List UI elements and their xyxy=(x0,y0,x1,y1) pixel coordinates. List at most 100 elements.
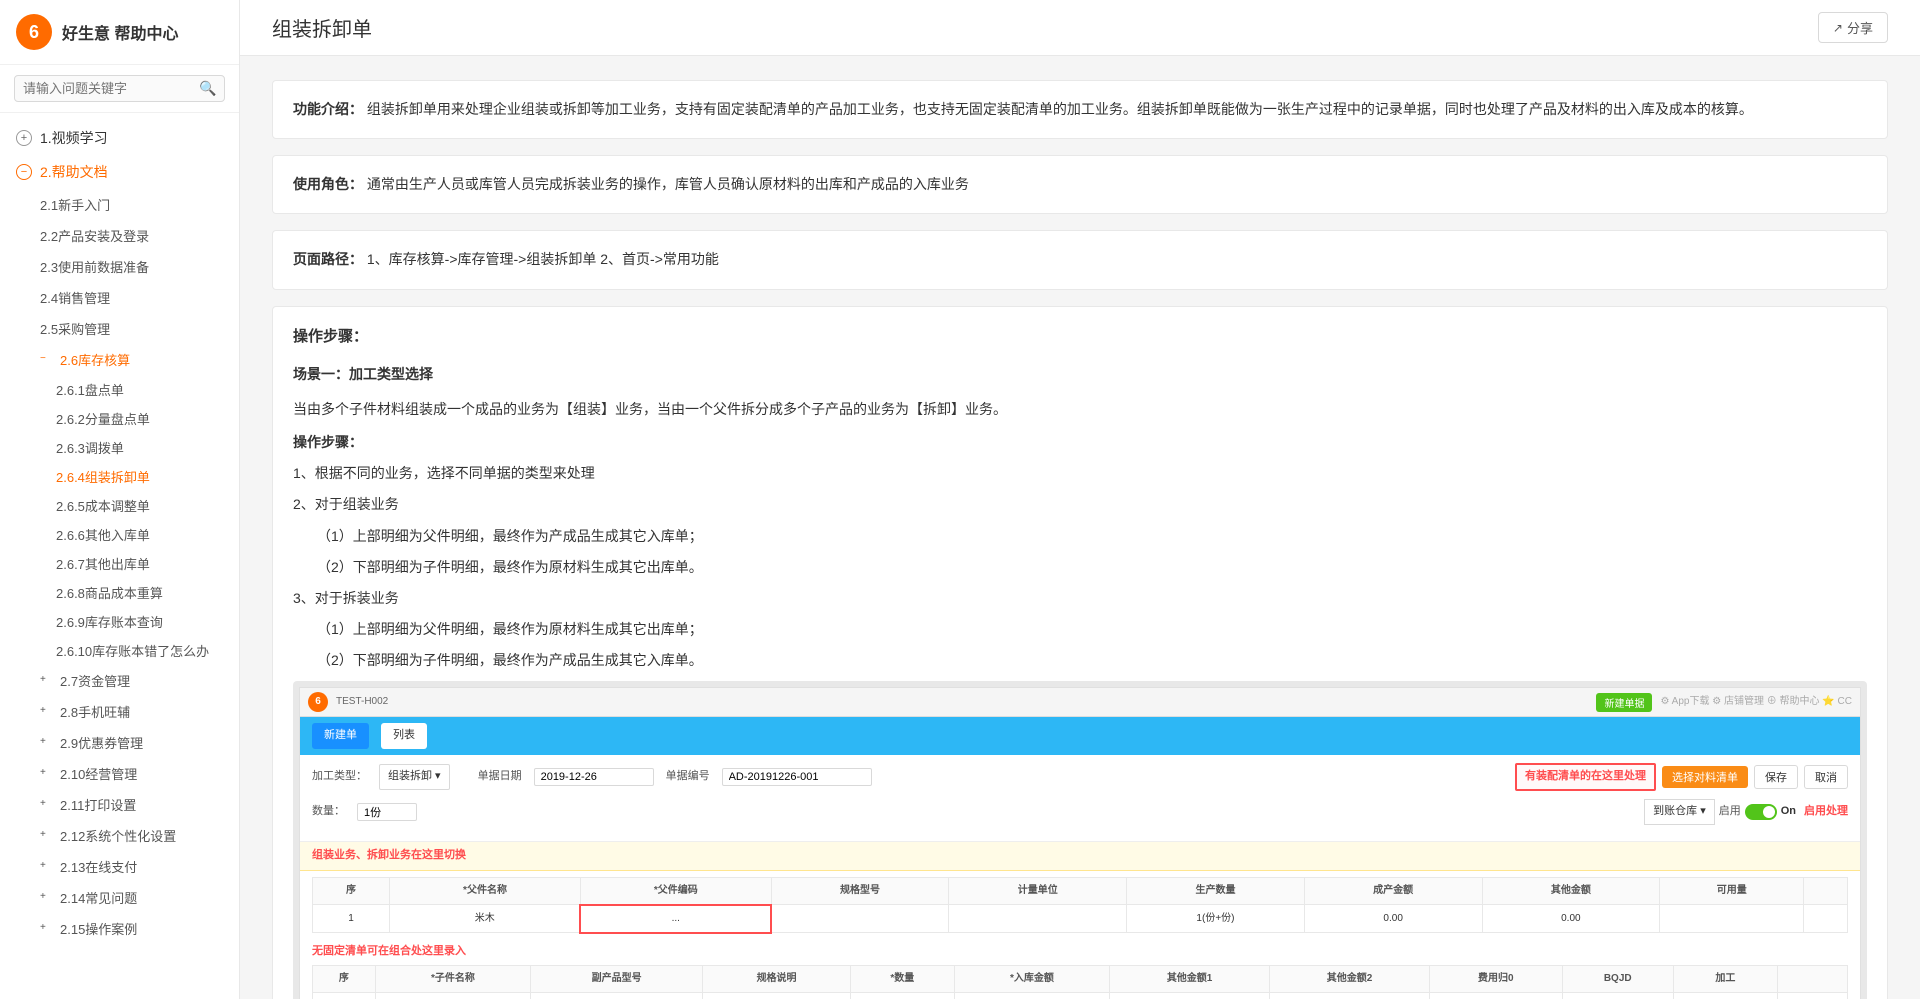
sidebar-item-transfer[interactable]: 2.6.3调拨单 xyxy=(0,433,239,462)
ss-tab-list[interactable]: 列表 xyxy=(381,723,427,749)
annotation4-area: 无固定清单可在组合处这里录入 xyxy=(300,940,1860,966)
sidebar-item-payment[interactable]: + 2.13在线支付 xyxy=(0,851,239,882)
sidebar: 6 好生意 帮助中心 🔍 + 1.视频学习 − 2.帮助文档 2.1新 xyxy=(0,0,240,999)
ss-process-btn[interactable]: 选择对料清单 xyxy=(1662,766,1748,788)
sidebar-item-inv-ledger[interactable]: 2.6.9库存账本查询 xyxy=(0,607,239,636)
ss-date-input[interactable] xyxy=(534,768,654,786)
sidebar-item-cases[interactable]: + 2.15操作案例 xyxy=(0,913,239,944)
table-header-row: 序 *父件名称 *父件编码 规格型号 计量单位 生产数量 成产金额 其他金额 可… xyxy=(313,877,1848,905)
annotation3-area: 到账仓库 ▾ 启用 On 启用处理 xyxy=(1644,799,1848,825)
ss-date-label: 单据日期 xyxy=(478,767,522,787)
ss-type-select[interactable]: 组装拆卸 ▾ xyxy=(379,764,450,790)
role-label: 使用角色： xyxy=(293,176,363,192)
ss-upper-table-area: 序 *父件名称 *父件编码 规格型号 计量单位 生产数量 成产金额 其他金额 可… xyxy=(300,871,1860,940)
share-button[interactable]: ↗ 分享 xyxy=(1818,12,1888,43)
fixed-bom-btn[interactable]: 有装配清单的在这里处理 xyxy=(1515,763,1656,791)
expand-sub-icon: + xyxy=(40,705,54,719)
sidebar-item-cost-adjust[interactable]: 2.6.5成本调整单 xyxy=(0,491,239,520)
expand-sub-icon: + xyxy=(40,674,54,688)
step1: 1、根据不同的业务，选择不同单据的类型来处理 xyxy=(293,461,1867,486)
scene1-desc: 当由多个子件材料组装成一个成品的业务为【组装】业务，当由一个父件拆分成多个子产品… xyxy=(293,397,1867,422)
ss-doc-input[interactable] xyxy=(722,768,872,786)
screenshot-inner: 6 TEST-H002 新建单据 ⚙ App下载 ⚙ 店铺管理 ⊕ 帮助中心 ⭐… xyxy=(299,687,1861,999)
ss-tab-new[interactable]: 新建单 xyxy=(312,723,369,749)
ss-lower-table-area: 序 *子件名称 副产品型号 规格说明 *数量 *入库金额 其他金额1 其他金额2… xyxy=(300,965,1860,999)
nav-section-1: + 1.视频学习 xyxy=(0,121,239,155)
page-title: 组装拆卸单 xyxy=(272,13,372,42)
sidebar-item-stock-count[interactable]: 2.6.1盘点单 xyxy=(0,375,239,404)
nav-sub-items-2: 2.1新手入门 2.2产品安装及登录 2.3使用前数据准备 2.4销售管理 2.… xyxy=(0,189,239,944)
ss-new-btn[interactable]: 新建单据 xyxy=(1596,693,1652,712)
expand-sub-icon: + xyxy=(40,891,54,905)
sidebar-label-2: 2.帮助文档 xyxy=(40,162,108,182)
ss-form-area: 加工类型： 组装拆卸 ▾ 单据日期 单据编号 有装配清单的在这里处理 xyxy=(300,755,1860,842)
ops-title: 操作步骤： xyxy=(293,323,1867,350)
sidebar-item-print[interactable]: + 2.11打印设置 xyxy=(0,789,239,820)
sidebar-item-sales[interactable]: 2.4销售管理 xyxy=(0,282,239,313)
search-area: 🔍 xyxy=(0,65,239,113)
expand-icon: + xyxy=(16,130,32,146)
topbar: 组装拆卸单 ↗ 分享 xyxy=(240,0,1920,56)
sidebar-item-partial-count[interactable]: 2.6.2分量盘点单 xyxy=(0,404,239,433)
sidebar-item-mobile[interactable]: + 2.8手机旺辅 xyxy=(0,696,239,727)
search-icon[interactable]: 🔍 xyxy=(199,80,216,97)
ss-type-switch-area: 组装业务、拆卸业务在这里切换 xyxy=(300,842,1860,871)
expand-sub-icon: + xyxy=(40,798,54,812)
sidebar-item-install[interactable]: 2.2产品安装及登录 xyxy=(0,220,239,251)
collapse-icon: − xyxy=(16,164,32,180)
logo-area: 6 好生意 帮助中心 xyxy=(0,0,239,65)
step3-1: （1）上部明细为父件明细，最终作为原材料生成其它出库单； xyxy=(293,617,1867,642)
path-text: 1、库存核算->库存管理->组装拆卸单 2、首页->常用功能 xyxy=(367,251,719,267)
step3: 3、对于拆装业务 xyxy=(293,586,1867,611)
sidebar-item-beginner[interactable]: 2.1新手入门 xyxy=(0,189,239,220)
ss-warehouse-select[interactable]: 到账仓库 ▾ xyxy=(1644,799,1715,825)
sidebar-item-other-out[interactable]: 2.6.7其他出库单 xyxy=(0,549,239,578)
sidebar-item-finance[interactable]: + 2.7资金管理 xyxy=(0,665,239,696)
step2-2: （2）下部明细为子件明细，最终作为原材料生成其它出库单。 xyxy=(293,555,1867,580)
on-toggle[interactable] xyxy=(1745,804,1777,820)
path-label: 页面路径： xyxy=(293,251,363,267)
ss-save-btn[interactable]: 保存 xyxy=(1754,765,1798,789)
sidebar-item-coupon[interactable]: + 2.9优惠券管理 xyxy=(0,727,239,758)
enable-toggle-area: 启用 On 启用处理 xyxy=(1719,802,1848,822)
ss-qty-input[interactable] xyxy=(357,803,417,821)
expand-sub-icon: + xyxy=(40,736,54,750)
expand-sub-icon: + xyxy=(40,922,54,936)
expand-sub-icon: + xyxy=(40,767,54,781)
sidebar-item-assemble[interactable]: 2.6.4组装拆卸单 xyxy=(0,462,239,491)
intro-label: 功能介绍： xyxy=(293,101,363,117)
sidebar-item-cost-recalc[interactable]: 2.6.8商品成本重算 xyxy=(0,578,239,607)
expand-sub-icon: + xyxy=(40,860,54,874)
ss-cancel-btn[interactable]: 取消 xyxy=(1804,765,1848,789)
ss-type-label: 加工类型： xyxy=(312,767,367,787)
sidebar-item-other-in[interactable]: 2.6.6其他入库单 xyxy=(0,520,239,549)
annotation4-text: 无固定清单可在组合处这里录入 xyxy=(312,945,466,957)
sidebar-item-inv-ledger-fix[interactable]: 2.6.10库存账本错了怎么办 xyxy=(0,636,239,665)
sidebar-sub-label: 2.6库存核算 xyxy=(60,350,130,369)
nav-section-2: − 2.帮助文档 2.1新手入门 2.2产品安装及登录 2.3使用前数据准备 xyxy=(0,155,239,944)
sidebar-item-inventory[interactable]: − 2.6库存核算 xyxy=(0,344,239,375)
table-row: 1 米木 ... 1(份+份) 0.00 0.00 xyxy=(313,905,1848,933)
on-label: On xyxy=(1781,802,1796,822)
sidebar-sub-label: 2.1新手入门 xyxy=(40,198,110,213)
ss-url: TEST-H002 xyxy=(336,693,388,711)
sidebar-item-data-prep[interactable]: 2.3使用前数据准备 xyxy=(0,251,239,282)
sidebar-item-manage[interactable]: + 2.10经营管理 xyxy=(0,758,239,789)
table-row: 1 粉料 1 材料A型 规格(4-1) 30.00 181 6.80 0.00 … xyxy=(313,993,1848,999)
step2-1: （1）上部明细为父件明细，最终作为产成品生成其它入库单； xyxy=(293,524,1867,549)
search-input[interactable] xyxy=(23,81,199,96)
sidebar-item-system[interactable]: + 2.12系统个性化设置 xyxy=(0,820,239,851)
intro-text: 组装拆卸单用来处理企业组装或拆卸等加工业务，支持有固定装配清单的产品加工业务，也… xyxy=(367,101,1753,117)
sidebar-item-purchase[interactable]: 2.5采购管理 xyxy=(0,313,239,344)
sidebar-sub-label: 2.3使用前数据准备 xyxy=(40,260,149,275)
annotation1-text: 有装配清单的在这里处理 xyxy=(1525,770,1646,782)
sub-table-header-row: 序 *子件名称 副产品型号 规格说明 *数量 *入库金额 其他金额1 其他金额2… xyxy=(313,966,1848,993)
ops-steps-label: 操作步骤： xyxy=(293,430,1867,455)
sidebar-item-helpdoc[interactable]: − 2.帮助文档 xyxy=(0,155,239,189)
annotation3-text: 启用处理 xyxy=(1804,802,1848,822)
sidebar-item-faq[interactable]: + 2.14常见问题 xyxy=(0,882,239,913)
screenshot-container: 6 TEST-H002 新建单据 ⚙ App下载 ⚙ 店铺管理 ⊕ 帮助中心 ⭐… xyxy=(293,681,1867,999)
ss-doc-label: 单据编号 xyxy=(666,767,710,787)
nav-sub-sub-items-26: 2.6.1盘点单 2.6.2分量盘点单 2.6.3调拨单 2.6.4组装拆卸单 … xyxy=(0,375,239,665)
sidebar-item-video[interactable]: + 1.视频学习 xyxy=(0,121,239,155)
